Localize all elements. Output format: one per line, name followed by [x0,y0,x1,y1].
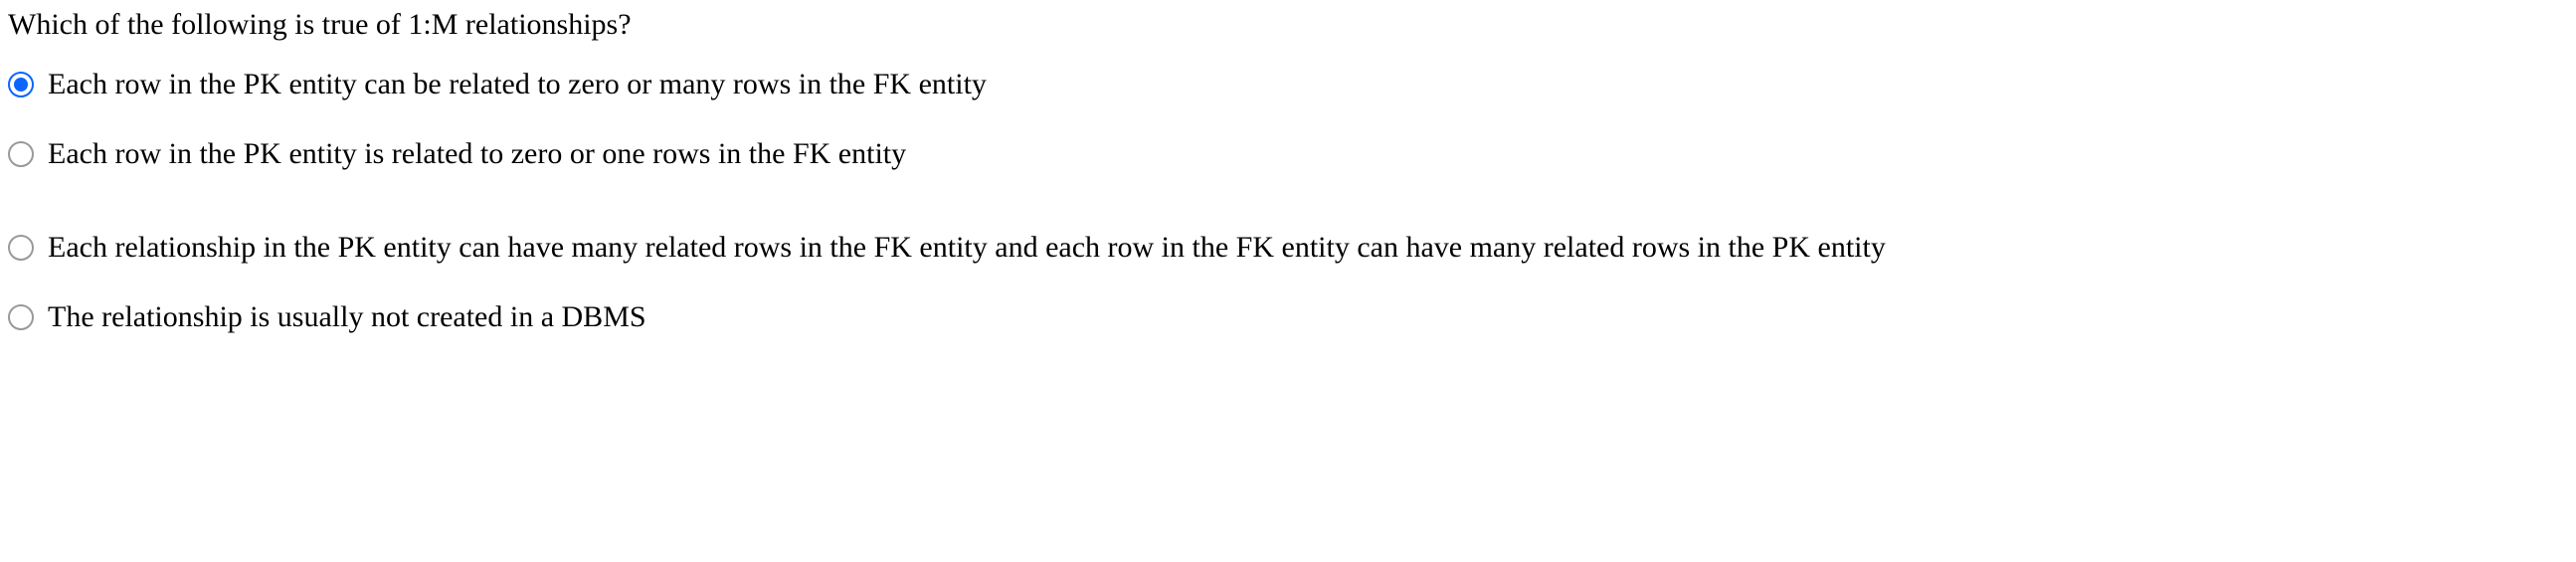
option-label: The relationship is usually not created … [48,296,646,338]
radio-icon [8,304,34,330]
options-group: Each row in the PK entity can be related… [8,64,2568,338]
option-0[interactable]: Each row in the PK entity can be related… [8,64,2568,105]
option-label: Each relationship in the PK entity can h… [48,227,1886,269]
option-label: Each row in the PK entity can be related… [48,64,987,105]
radio-icon [8,235,34,261]
radio-icon [8,141,34,167]
option-1[interactable]: Each row in the PK entity is related to … [8,133,2568,175]
option-2[interactable]: Each relationship in the PK entity can h… [8,227,2568,269]
question-text: Which of the following is true of 1:M re… [8,4,2568,46]
option-label: Each row in the PK entity is related to … [48,133,906,175]
radio-icon [8,72,34,97]
option-3[interactable]: The relationship is usually not created … [8,296,2568,338]
